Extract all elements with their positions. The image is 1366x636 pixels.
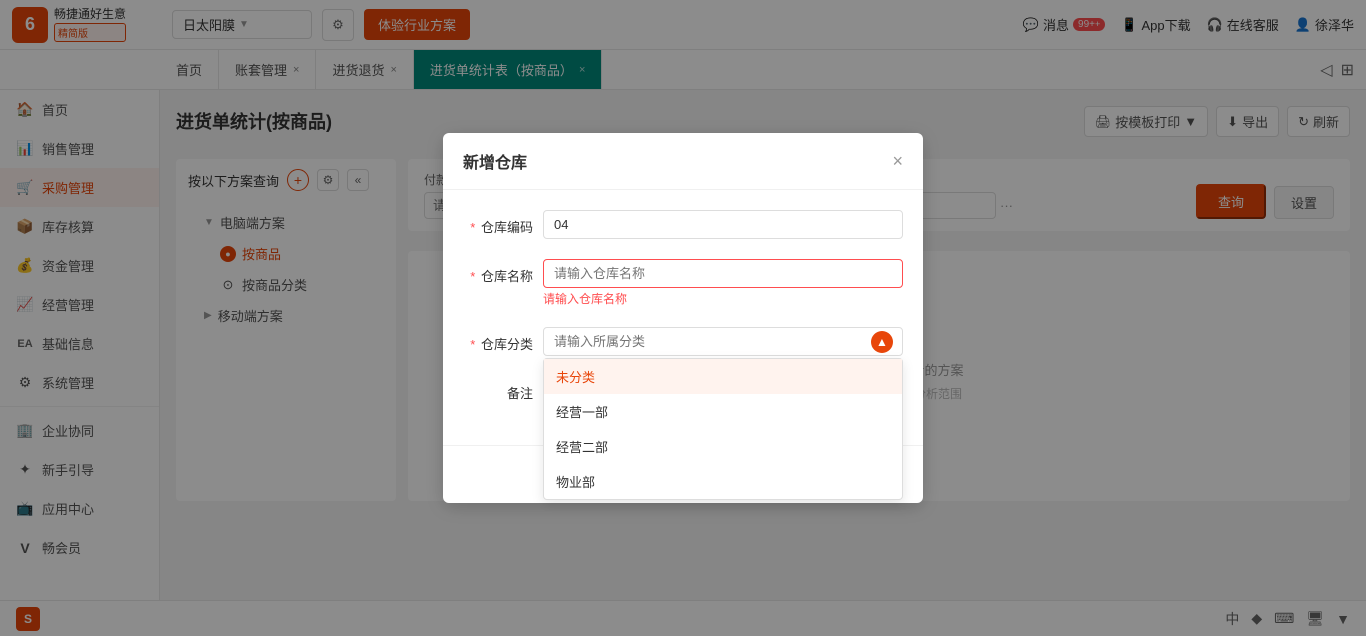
dropdown-item-dept1[interactable]: 经营一部 [544, 394, 902, 429]
dropdown-item-dept3[interactable]: 物业部 [544, 464, 902, 499]
modal-title: 新增仓库 [463, 149, 527, 173]
modal-header: 新增仓库 × [443, 133, 923, 190]
dropdown-item-dept2[interactable]: 经营二部 [544, 429, 902, 464]
code-required-star: * [470, 220, 475, 235]
name-label: * 仓库名称 [463, 259, 543, 285]
form-item-name: * 仓库名称 请输入仓库名称 [463, 259, 903, 307]
modal-body: * 仓库编码 * 仓库名称 请输入仓库名称 [443, 190, 923, 445]
remark-label: 备注 [463, 376, 543, 402]
name-required-star: * [470, 269, 475, 284]
category-label: * 仓库分类 [463, 327, 543, 353]
add-warehouse-modal: 新增仓库 × * 仓库编码 * 仓库名称 [443, 133, 923, 503]
name-error-message: 请输入仓库名称 [543, 290, 903, 307]
warehouse-name-input[interactable] [543, 259, 903, 288]
modal-close-button[interactable]: × [892, 151, 903, 172]
category-dropdown: 未分类 经营一部 经营二部 物业部 [543, 358, 903, 500]
form-item-category: * 仓库分类 ▲ 未分类 经营一部 经营二部 物业部 [463, 327, 903, 356]
category-required-star: * [470, 337, 475, 352]
form-item-code: * 仓库编码 [463, 210, 903, 239]
code-control [543, 210, 903, 239]
dropdown-item-uncategorized[interactable]: 未分类 [544, 359, 902, 394]
category-input[interactable] [543, 327, 903, 356]
modal-overlay: 新增仓库 × * 仓库编码 * 仓库名称 [0, 0, 1366, 636]
name-control: 请输入仓库名称 [543, 259, 903, 307]
warehouse-code-input[interactable] [543, 210, 903, 239]
category-control: ▲ 未分类 经营一部 经营二部 物业部 [543, 327, 903, 356]
category-arrow-icon[interactable]: ▲ [871, 331, 893, 353]
code-label: * 仓库编码 [463, 210, 543, 236]
